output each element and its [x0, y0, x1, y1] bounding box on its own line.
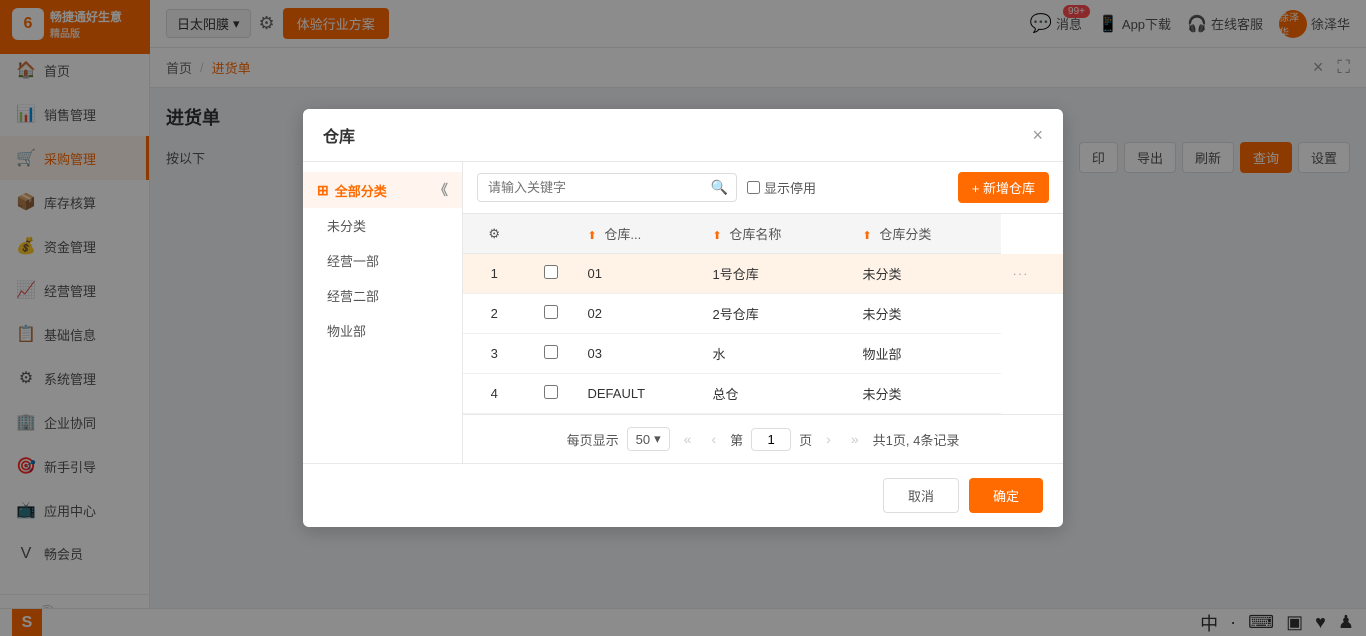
sort-icon: ⬆ [863, 230, 872, 242]
modal-body: ⊞ 全部分类 《 未分类经营一部经营二部物业部 🔍 显示停用 [303, 162, 1063, 463]
modal-header: 仓库 × [303, 109, 1063, 162]
row-check-4[interactable] [526, 374, 576, 414]
row-category-2: 未分类 [851, 294, 1001, 334]
row-code-3: 03 [576, 334, 701, 374]
row-code-2: 02 [576, 294, 701, 334]
category-item-物业部[interactable]: 物业部 [303, 313, 462, 348]
col-setting-header: ⚙ [463, 214, 526, 254]
search-button[interactable]: 🔍 [703, 174, 736, 201]
chevron-down-icon: ▾ [654, 431, 661, 447]
col-code-header[interactable]: ⬆ 仓库... [576, 214, 701, 254]
search-input[interactable] [478, 175, 703, 200]
row-name-2: 2号仓库 [701, 294, 851, 334]
row-check-3[interactable] [526, 334, 576, 374]
page-label: 第 [730, 430, 743, 449]
table-header-row: ⚙ ⬆ 仓库... ⬆ 仓库名称 [463, 214, 1063, 254]
page-unit: 页 [799, 430, 812, 449]
warehouse-panel: 🔍 显示停用 + 新增仓库 ⚙ [463, 162, 1063, 463]
row-category-4: 未分类 [851, 374, 1001, 414]
modal-overlay: 仓库 × ⊞ 全部分类 《 未分类经营一部经营二部物业部 🔍 [0, 0, 1366, 636]
modal-footer: 取消 确定 [303, 463, 1063, 527]
category-item-经营二部[interactable]: 经营二部 [303, 278, 462, 313]
table-row[interactable]: 2 02 2号仓库 未分类 [463, 294, 1063, 334]
ellipsis-icon[interactable]: ··· [1013, 266, 1029, 281]
page-size-value: 50 [636, 432, 650, 447]
last-page-btn[interactable]: » [845, 429, 865, 449]
warehouse-table: ⚙ ⬆ 仓库... ⬆ 仓库名称 [463, 214, 1063, 414]
search-box: 🔍 [477, 173, 737, 202]
page-number-input[interactable] [751, 428, 791, 451]
row-checkbox-3[interactable] [544, 345, 558, 359]
row-checkbox-2[interactable] [544, 305, 558, 319]
category-panel: ⊞ 全部分类 《 未分类经营一部经营二部物业部 [303, 162, 463, 463]
row-name-1: 1号仓库 [701, 254, 851, 294]
sort-icon: ⬆ [588, 230, 597, 242]
col-category-header[interactable]: ⬆ 仓库分类 [851, 214, 1001, 254]
table-row[interactable]: 3 03 水 物业部 [463, 334, 1063, 374]
add-warehouse-button[interactable]: + 新增仓库 [958, 172, 1049, 203]
collapse-icon[interactable]: 《 [434, 180, 448, 200]
row-name-3: 水 [701, 334, 851, 374]
show-disabled-label[interactable]: 显示停用 [747, 178, 816, 197]
pagination: 每页显示 50 ▾ « ‹ 第 页 › » 共1页, 4条记录 [463, 414, 1063, 463]
sort-icon: ⬆ [713, 230, 722, 242]
row-name-4: 总仓 [701, 374, 851, 414]
col-check-header [526, 214, 576, 254]
cancel-button[interactable]: 取消 [883, 478, 959, 513]
row-setting-4[interactable]: 4 [463, 374, 526, 414]
warehouse-modal: 仓库 × ⊞ 全部分类 《 未分类经营一部经营二部物业部 🔍 [303, 109, 1063, 527]
row-setting-2[interactable]: 2 [463, 294, 526, 334]
total-info: 共1页, 4条记录 [873, 430, 960, 449]
table-row[interactable]: 1 01 1号仓库 未分类 ··· [463, 254, 1063, 294]
table-wrap: ⚙ ⬆ 仓库... ⬆ 仓库名称 [463, 214, 1063, 414]
warehouse-toolbar: 🔍 显示停用 + 新增仓库 [463, 162, 1063, 214]
row-category-1: 未分类 [851, 254, 1001, 294]
row-setting-1[interactable]: 1 [463, 254, 526, 294]
table-row[interactable]: 4 DEFAULT 总仓 未分类 [463, 374, 1063, 414]
category-item-经营一部[interactable]: 经营一部 [303, 243, 462, 278]
category-item-未分类[interactable]: 未分类 [303, 208, 462, 243]
row-code-4: DEFAULT [576, 374, 701, 414]
modal-title: 仓库 [323, 123, 355, 147]
per-page-label: 每页显示 [567, 430, 619, 449]
category-all-header[interactable]: ⊞ 全部分类 《 [303, 172, 462, 208]
row-checkbox-4[interactable] [544, 385, 558, 399]
category-all-label: 全部分类 [335, 181, 387, 200]
row-check-1[interactable] [526, 254, 576, 294]
confirm-button[interactable]: 确定 [969, 478, 1043, 513]
modal-close-button[interactable]: × [1032, 126, 1043, 144]
show-disabled-text: 显示停用 [764, 178, 816, 197]
page-size-selector[interactable]: 50 ▾ [627, 427, 670, 451]
row-setting-3[interactable]: 3 [463, 334, 526, 374]
row-code-1: 01 [576, 254, 701, 294]
first-page-btn[interactable]: « [678, 429, 698, 449]
row-check-2[interactable] [526, 294, 576, 334]
show-disabled-checkbox[interactable] [747, 181, 760, 194]
next-page-btn[interactable]: › [820, 429, 837, 449]
prev-page-btn[interactable]: ‹ [705, 429, 722, 449]
grid-icon: ⊞ [317, 182, 329, 199]
col-name-header[interactable]: ⬆ 仓库名称 [701, 214, 851, 254]
row-action-1[interactable]: ··· [1001, 254, 1064, 294]
row-category-3: 物业部 [851, 334, 1001, 374]
row-checkbox-1[interactable] [544, 265, 558, 279]
